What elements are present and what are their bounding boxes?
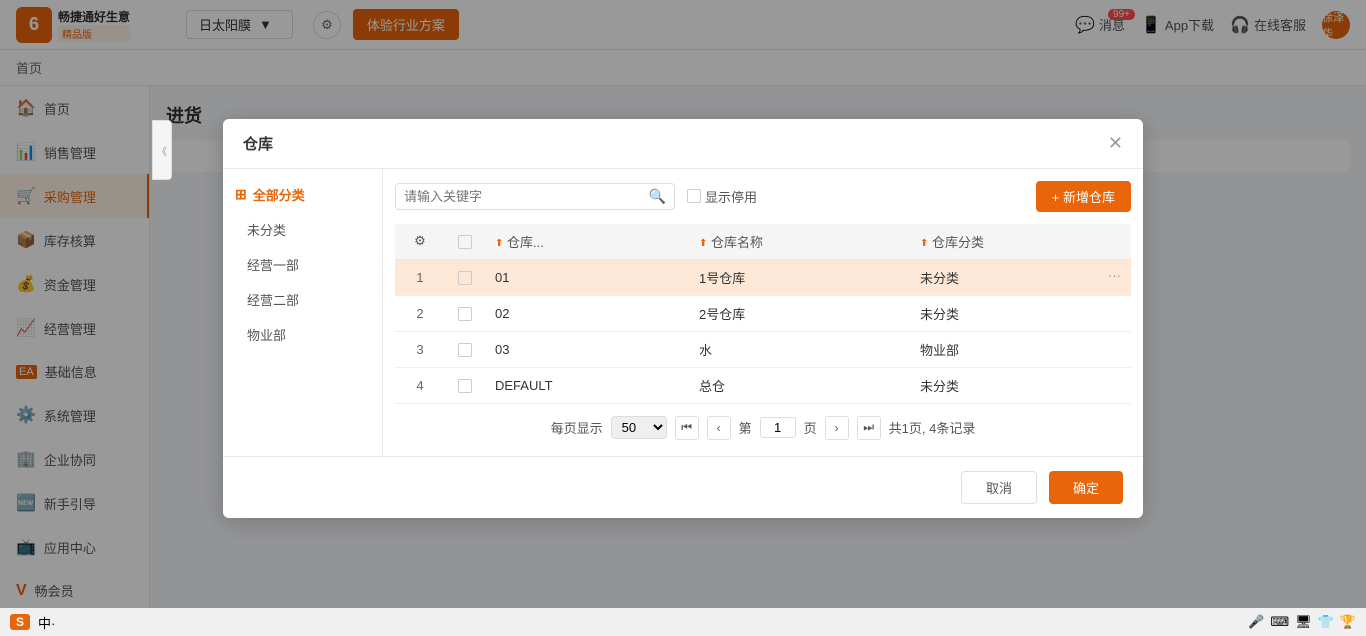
modal-overlay: 仓库 ✕ ⊞ 全部分类 未分类 经营一部 经营二部 物业部 《	[0, 0, 1366, 636]
warehouse-table: ⚙ ⬆ 仓库... ⬆	[395, 224, 1131, 404]
table-area: 🔍 显示停用 + 新增仓库 ⚙	[383, 169, 1143, 456]
row-code: DEFAULT	[485, 367, 689, 403]
row-num: 2	[395, 295, 445, 331]
show-disabled-checkbox[interactable]	[687, 189, 701, 203]
sort-icon-code: ⬆	[495, 238, 503, 249]
last-page-btn[interactable]: ⏭	[857, 416, 881, 440]
next-page-btn[interactable]: ›	[825, 416, 849, 440]
row-name: 总仓	[689, 367, 910, 403]
search-icon[interactable]: 🔍	[649, 188, 666, 205]
status-icons: 🎤 ⌨ 🖥 👕 🏆	[1248, 614, 1356, 630]
row-category: 未分类 ···	[910, 259, 1131, 295]
row-checkbox[interactable]	[445, 259, 485, 295]
col-settings: ⚙	[395, 224, 445, 260]
category-all[interactable]: ⊞ 全部分类	[223, 177, 382, 212]
row-name: 2号仓库	[689, 295, 910, 331]
dialog-title: 仓库	[243, 133, 273, 154]
keyboard-icon: ⌨	[1270, 614, 1289, 630]
table-header: ⚙ ⬆ 仓库... ⬆	[395, 224, 1131, 260]
dialog-close-btn[interactable]: ✕	[1108, 134, 1123, 152]
col-category[interactable]: ⬆ 仓库分类	[910, 224, 1131, 260]
row-code: 01	[485, 259, 689, 295]
sort-icon-name: ⬆	[699, 238, 707, 249]
status-bar: S 中· 🎤 ⌨ 🖥 👕 🏆	[0, 608, 1366, 636]
table-toolbar: 🔍 显示停用 + 新增仓库	[395, 181, 1131, 212]
category-item-dept1[interactable]: 经营一部	[223, 247, 382, 282]
confirm-btn[interactable]: 确定	[1049, 471, 1123, 504]
table-row[interactable]: 4 DEFAULT 总仓 未分类	[395, 367, 1131, 403]
row-num: 1	[395, 259, 445, 295]
show-disabled-toggle[interactable]: 显示停用	[687, 187, 757, 206]
cancel-btn[interactable]: 取消	[961, 471, 1037, 504]
table-container: ⚙ ⬆ 仓库... ⬆	[395, 224, 1131, 404]
table-row[interactable]: 3 03 水 物业部	[395, 331, 1131, 367]
dialog-header: 仓库 ✕	[223, 119, 1143, 169]
search-input[interactable]	[404, 189, 643, 204]
warehouse-dialog: 仓库 ✕ ⊞ 全部分类 未分类 经营一部 经营二部 物业部 《	[223, 119, 1143, 518]
dialog-footer: 取消 确定	[223, 456, 1143, 518]
category-item-uncategorized[interactable]: 未分类	[223, 212, 382, 247]
row-category: 未分类	[910, 367, 1131, 403]
pagination: 每页显示 50 10 20 100 ⏮ ‹ 第 页 › ⏭ 共1页, 4条记录	[395, 404, 1131, 444]
category-item-property[interactable]: 物业部	[223, 317, 382, 352]
table-row[interactable]: 1 01 1号仓库 未分类 ···	[395, 259, 1131, 295]
shirt-icon: 👕	[1318, 614, 1334, 630]
row-checkbox[interactable]	[445, 367, 485, 403]
page-number-input[interactable]	[760, 417, 796, 438]
row-checkbox[interactable]	[445, 331, 485, 367]
table-row[interactable]: 2 02 2号仓库 未分类	[395, 295, 1131, 331]
monitor-icon: 🖥	[1295, 614, 1312, 630]
sort-icon-category: ⬆	[920, 238, 928, 249]
col-settings-icon[interactable]: ⚙	[414, 233, 426, 248]
category-item-dept2[interactable]: 经营二部	[223, 282, 382, 317]
row-code: 03	[485, 331, 689, 367]
dialog-body: ⊞ 全部分类 未分类 经营一部 经营二部 物业部 《 🔍	[223, 169, 1143, 456]
status-logo: S	[10, 614, 30, 630]
row-code: 02	[485, 295, 689, 331]
prev-page-btn[interactable]: ‹	[707, 416, 731, 440]
search-box: 🔍	[395, 183, 675, 210]
table-body: 1 01 1号仓库 未分类 ··· 2	[395, 259, 1131, 403]
add-warehouse-btn[interactable]: + 新增仓库	[1036, 181, 1131, 212]
row-num: 3	[395, 331, 445, 367]
category-sidebar: ⊞ 全部分类 未分类 经营一部 经营二部 物业部 《	[223, 169, 383, 456]
page-size-select[interactable]: 50 10 20 100	[611, 416, 667, 439]
mic-icon: 🎤	[1248, 614, 1264, 630]
row-category: 未分类	[910, 295, 1131, 331]
row-num: 4	[395, 367, 445, 403]
col-checkbox	[445, 224, 485, 260]
row-more-btn[interactable]: ···	[1108, 268, 1121, 283]
row-name: 1号仓库	[689, 259, 910, 295]
row-category: 物业部	[910, 331, 1131, 367]
trophy-icon: 🏆	[1340, 614, 1356, 630]
first-page-btn[interactable]: ⏮	[675, 416, 699, 440]
col-code[interactable]: ⬆ 仓库...	[485, 224, 689, 260]
grid-icon: ⊞	[235, 186, 247, 203]
row-checkbox[interactable]	[445, 295, 485, 331]
col-name[interactable]: ⬆ 仓库名称	[689, 224, 910, 260]
select-all-checkbox[interactable]	[458, 235, 472, 249]
row-name: 水	[689, 331, 910, 367]
